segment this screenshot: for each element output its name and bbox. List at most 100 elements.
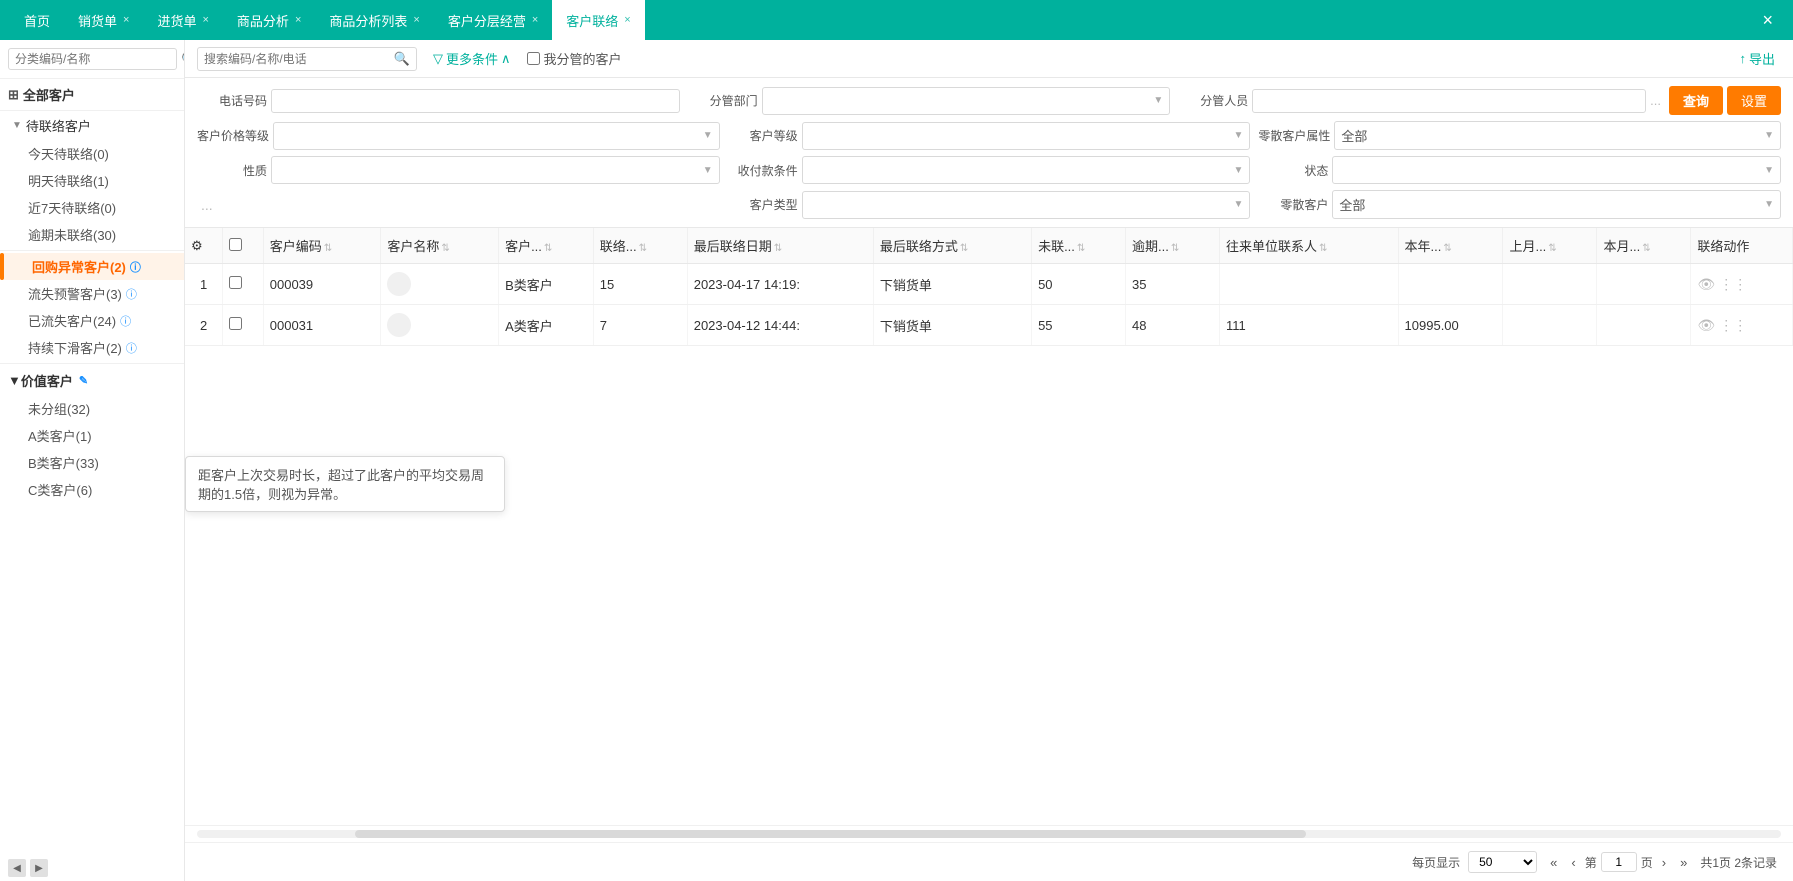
filter-status-select[interactable]: ▼ bbox=[1332, 156, 1781, 184]
close-product-analysis-icon[interactable]: × bbox=[295, 14, 301, 26]
col-uncontacted[interactable]: 未联...⇅ bbox=[1032, 228, 1126, 264]
row-actions-2: 👁 ⋮⋮ bbox=[1691, 305, 1793, 346]
sidebar-scroll-right-button[interactable]: ▶ bbox=[30, 859, 48, 877]
edit-value-customers-icon[interactable]: ✎ bbox=[79, 374, 88, 387]
close-customer-tier-icon[interactable]: × bbox=[532, 14, 538, 26]
table-row: 1 000039 B类客户 15 2023-04-17 14:19: bbox=[185, 264, 1793, 305]
col-contacts-person[interactable]: 往来单位联系人⇅ bbox=[1220, 228, 1399, 264]
row-last-method-2[interactable]: 下销货单 bbox=[873, 305, 1031, 346]
nav-home[interactable]: 首页 bbox=[10, 0, 64, 40]
export-icon: ↑ bbox=[1739, 51, 1746, 66]
nav-customer-tier[interactable]: 客户分层经营 × bbox=[434, 0, 552, 40]
nav-product-analysis[interactable]: 商品分析 × bbox=[223, 0, 315, 40]
more-icon-2[interactable]: ⋮⋮ bbox=[1719, 317, 1747, 334]
filter-retail-customer-select[interactable]: 全部 ▼ bbox=[1332, 190, 1781, 219]
view-icon-1[interactable]: 👁 bbox=[1697, 276, 1715, 293]
more-dots-icon[interactable]: ... bbox=[1650, 93, 1661, 108]
col-checkbox[interactable] bbox=[223, 228, 264, 264]
filter-customer-type: 客户类型 ▼ bbox=[728, 191, 1251, 219]
page-number-input[interactable] bbox=[1601, 852, 1637, 872]
filter-dots-field: ... bbox=[197, 197, 720, 213]
close-customer-contact-icon[interactable]: × bbox=[624, 14, 630, 26]
row-uncontacted-2: 55 bbox=[1032, 305, 1126, 346]
row-select-checkbox-2[interactable] bbox=[229, 317, 242, 330]
toolbar-search-icon[interactable]: 🔍 bbox=[394, 51, 410, 67]
scrollbar-thumb[interactable] bbox=[355, 830, 1305, 838]
sidebar-item-tomorrow-pending[interactable]: 明天待联络(1) bbox=[0, 167, 184, 194]
expand-filter-dots[interactable]: ... bbox=[197, 197, 217, 213]
toolbar-search-input[interactable] bbox=[204, 52, 394, 66]
sidebar-item-overdue-contact[interactable]: 逾期未联络(30) bbox=[0, 221, 184, 248]
sidebar-group-pending-contact[interactable]: ▼ 待联络客户 bbox=[0, 111, 184, 140]
row-select-checkbox-1[interactable] bbox=[229, 276, 242, 289]
col-last-contact-method[interactable]: 最后联络方式⇅ bbox=[873, 228, 1031, 264]
filter-payment-terms-select[interactable]: ▼ bbox=[802, 156, 1251, 184]
row-checkbox-1[interactable] bbox=[223, 264, 264, 305]
my-customers-checkbox-label[interactable]: 我分管的客户 bbox=[527, 49, 622, 68]
horizontal-scrollbar[interactable] bbox=[197, 830, 1781, 838]
settings-icon[interactable]: ⚙ bbox=[191, 238, 203, 253]
settings-button[interactable]: 设置 bbox=[1727, 86, 1781, 115]
last-page-button[interactable]: » bbox=[1675, 853, 1692, 872]
first-page-button[interactable]: « bbox=[1545, 853, 1562, 872]
filter-customer-grade-select[interactable]: ▼ bbox=[802, 122, 1251, 150]
col-overdue[interactable]: 逾期...⇅ bbox=[1126, 228, 1220, 264]
my-customers-checkbox[interactable] bbox=[527, 52, 540, 65]
row-last-method-1[interactable]: 下销货单 bbox=[873, 264, 1031, 305]
sidebar-item-repurchase-anomaly[interactable]: 回购异常客户(2) ⓘ bbox=[4, 253, 184, 280]
col-contact-count[interactable]: 联络...⇅ bbox=[593, 228, 687, 264]
export-button[interactable]: ↑ 导出 bbox=[1733, 46, 1781, 71]
col-last-contact-date[interactable]: 最后联络日期⇅ bbox=[687, 228, 873, 264]
toolbar: 🔍 ▽ 更多条件 ∧ 我分管的客户 ↑ 导出 bbox=[185, 40, 1793, 78]
sidebar-item-declining[interactable]: 持续下滑客户(2) ⓘ bbox=[0, 334, 184, 361]
filter-nature-select[interactable]: ▼ bbox=[271, 156, 720, 184]
close-product-analysis-list-icon[interactable]: × bbox=[413, 14, 419, 26]
sidebar-item-class-b[interactable]: B类客户(33) bbox=[0, 449, 184, 476]
select-all-checkbox[interactable] bbox=[229, 238, 242, 251]
filter-branch-person-input[interactable] bbox=[1252, 89, 1646, 113]
sidebar-group-value-customers[interactable]: ▼ 价值客户 ✎ bbox=[0, 366, 184, 395]
close-sales-order-icon[interactable]: × bbox=[123, 14, 129, 26]
filter-price-grade-select[interactable]: ▼ bbox=[273, 122, 720, 150]
close-purchase-order-icon[interactable]: × bbox=[202, 14, 208, 26]
sidebar-item-today-pending[interactable]: 今天待联络(0) bbox=[0, 140, 184, 167]
sidebar-search-input[interactable] bbox=[8, 48, 177, 70]
sidebar-item-class-c[interactable]: C类客户(6) bbox=[0, 476, 184, 503]
sidebar-item-churned[interactable]: 已流失客户(24) ⓘ bbox=[0, 307, 184, 334]
filter-nature: 性质 ▼ bbox=[197, 156, 720, 184]
prev-page-button[interactable]: ‹ bbox=[1566, 853, 1580, 872]
sidebar-item-week-pending[interactable]: 近7天待联络(0) bbox=[0, 194, 184, 221]
sidebar-item-ungrouped[interactable]: 未分组(32) bbox=[0, 395, 184, 422]
sidebar-scroll-left-button[interactable]: ◀ bbox=[8, 859, 26, 877]
col-settings[interactable]: ⚙ bbox=[185, 228, 223, 264]
col-this-month[interactable]: 本月...⇅ bbox=[1597, 228, 1691, 264]
col-last-month[interactable]: 上月...⇅ bbox=[1503, 228, 1597, 264]
nav-customer-contact[interactable]: 客户联络 × bbox=[552, 0, 644, 40]
row-last-month-2 bbox=[1503, 305, 1597, 346]
nav-sales-order[interactable]: 销货单 × bbox=[64, 0, 143, 40]
filter-customer-type-select[interactable]: ▼ bbox=[802, 191, 1251, 219]
filter-retail-attr-select[interactable]: 全部 ▼ bbox=[1334, 121, 1781, 150]
row-checkbox-2[interactable] bbox=[223, 305, 264, 346]
nav-purchase-order[interactable]: 进货单 × bbox=[143, 0, 222, 40]
col-this-year[interactable]: 本年...⇅ bbox=[1398, 228, 1503, 264]
window-close-button[interactable]: × bbox=[1752, 10, 1783, 31]
nav-product-analysis-list[interactable]: 商品分析列表 × bbox=[315, 0, 433, 40]
filter-branch-dept-select[interactable]: ▼ bbox=[762, 87, 1171, 115]
sidebar: 🔍 ≫ ⊞ 全部客户 ▼ 待联络客户 今天待联络(0) 明天待联络(1) 近7天… bbox=[0, 40, 185, 881]
sidebar-all-customers-header[interactable]: ⊞ 全部客户 bbox=[0, 79, 184, 111]
sidebar-item-class-a[interactable]: A类客户(1) bbox=[0, 422, 184, 449]
more-icon-1[interactable]: ⋮⋮ bbox=[1719, 276, 1747, 293]
next-page-button[interactable]: › bbox=[1657, 853, 1671, 872]
sidebar-item-churn-warning[interactable]: 流失预警客户(3) ⓘ bbox=[0, 280, 184, 307]
page-navigation: « ‹ 第 页 › » bbox=[1545, 852, 1692, 872]
col-customer-name[interactable]: 客户名称⇅ bbox=[381, 228, 499, 264]
more-conditions-button[interactable]: ▽ 更多条件 ∧ bbox=[425, 46, 519, 71]
info-icon: ⓘ bbox=[130, 259, 141, 275]
col-customer-type[interactable]: 客户...⇅ bbox=[499, 228, 594, 264]
query-button[interactable]: 查询 bbox=[1669, 86, 1723, 115]
filter-phone-input[interactable] bbox=[271, 89, 680, 113]
col-customer-code[interactable]: 客户编码⇅ bbox=[263, 228, 381, 264]
page-size-select[interactable]: 50 100 200 bbox=[1468, 851, 1537, 873]
view-icon-2[interactable]: 👁 bbox=[1697, 317, 1715, 334]
